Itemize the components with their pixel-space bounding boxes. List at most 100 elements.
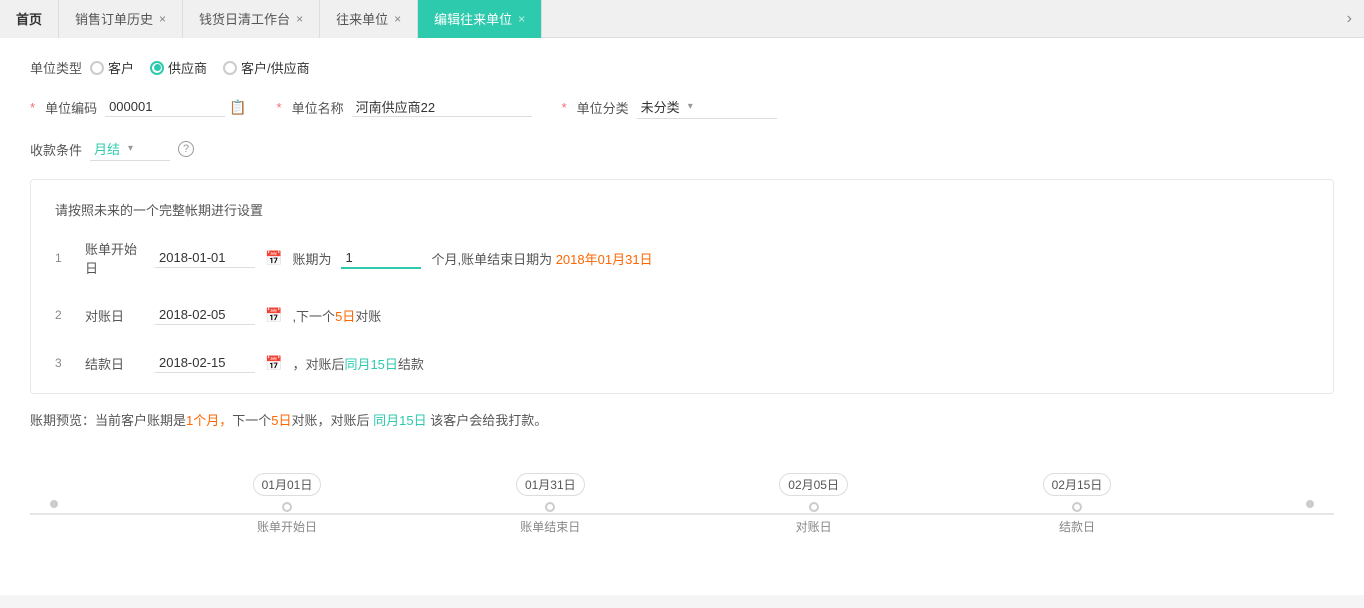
payment-terms-group: 收款条件 月结 ▾ ? <box>30 137 194 161</box>
row-1-calendar-icon[interactable]: 📅 <box>265 250 282 267</box>
payment-terms-chevron: ▾ <box>128 143 133 154</box>
timeline-point-2-label-top: 01月31日 <box>516 473 585 496</box>
timeline-point-2: 01月31日 账单结束日 <box>516 473 585 535</box>
radio-supplier[interactable]: 供应商 <box>150 58 207 77</box>
timeline-point-2-circle <box>545 502 555 512</box>
tab-cashflow-workbench-label: 钱货日清工作台 <box>199 9 290 28</box>
unit-name-required: * <box>277 100 282 115</box>
row-1-date-input[interactable] <box>155 248 255 268</box>
tab-home[interactable]: 首页 <box>0 0 59 38</box>
row-2-desc: ,下一个5日对账 <box>292 306 381 325</box>
unit-name-input[interactable] <box>352 97 532 117</box>
row-3-highlight: 同月15日 <box>344 357 397 372</box>
radio-customer[interactable]: 客户 <box>90 58 134 77</box>
timeline-point-2-label-bottom: 账单结束日 <box>520 518 580 535</box>
unit-info-row: * 单位编码 📋 * 单位名称 * 单位分类 未分类 ▾ <box>30 95 1334 119</box>
preview-highlight3: 同月15日 <box>373 413 426 428</box>
payment-terms-label: 收款条件 <box>30 140 82 159</box>
unit-category-required: * <box>562 100 567 115</box>
row-1-label: 账单开始日 <box>85 239 145 277</box>
tab-edit-partner-unit-close[interactable]: × <box>518 12 525 26</box>
tab-partner-units[interactable]: 往来单位 × <box>320 0 418 38</box>
timeline-point-3-label-bottom: 对账日 <box>796 518 832 535</box>
period-settings-card: 请按照未来的一个完整帐期进行设置 1 账单开始日 📅 账期为 个月,账单结束日期… <box>30 179 1334 394</box>
row-3-date-input[interactable] <box>155 353 255 373</box>
radio-both-circle <box>223 61 237 75</box>
timeline-right-dot <box>1306 500 1314 508</box>
row-1-desc-pre: 账期为 <box>292 249 331 268</box>
tab-partner-units-close[interactable]: × <box>394 12 401 26</box>
row-2-date-input[interactable] <box>155 305 255 325</box>
row-1-period-input[interactable] <box>341 248 421 269</box>
tab-edit-partner-unit[interactable]: 编辑往来单位 × <box>418 0 542 38</box>
unit-code-label: 单位编码 <box>45 98 97 117</box>
timeline-point-3-circle <box>809 502 819 512</box>
unit-code-icon[interactable]: 📋 <box>229 99 246 116</box>
preview-highlight2: 5日 <box>271 413 291 428</box>
setting-row-2: 2 对账日 📅 ,下一个5日对账 <box>55 305 1309 325</box>
radio-customer-label: 客户 <box>108 58 134 77</box>
tab-edit-partner-unit-label: 编辑往来单位 <box>434 9 512 28</box>
tab-bar: 首页 销售订单历史 × 钱货日清工作台 × 往来单位 × 编辑往来单位 × › <box>0 0 1364 38</box>
timeline: 01月01日 账单开始日 01月31日 账单结束日 02月05日 对账日 02月… <box>30 453 1334 575</box>
row-2-calendar-icon[interactable]: 📅 <box>265 307 282 324</box>
tab-sales-order-history-close[interactable]: × <box>159 12 166 26</box>
timeline-point-4-label-bottom: 结款日 <box>1059 518 1095 535</box>
radio-both-label: 客户/供应商 <box>241 58 310 77</box>
unit-name-label: 单位名称 <box>292 98 344 117</box>
unit-code-input[interactable] <box>105 97 225 117</box>
card-title: 请按照未来的一个完整帐期进行设置 <box>55 200 1309 219</box>
timeline-point-4: 02月15日 结款日 <box>1043 473 1112 535</box>
unit-category-value: 未分类 <box>641 97 680 116</box>
timeline-point-4-circle <box>1072 502 1082 512</box>
timeline-point-3: 02月05日 对账日 <box>779 473 848 535</box>
tab-more-button[interactable]: › <box>1335 10 1364 28</box>
payment-terms-row: 收款条件 月结 ▾ ? <box>30 137 1334 161</box>
timeline-point-1: 01月01日 账单开始日 <box>253 473 322 535</box>
timeline-point-1-label-top: 01月01日 <box>253 473 322 496</box>
timeline-point-4-label-top: 02月15日 <box>1043 473 1112 496</box>
row-2-highlight: 5日 <box>335 309 355 324</box>
preview-highlight1: 1个月， <box>186 413 232 428</box>
unit-category-group: * 单位分类 未分类 ▾ <box>562 95 777 119</box>
row-1-desc-post: 个月,账单结束日期为 2018年01月31日 <box>431 249 652 268</box>
tab-sales-order-history-label: 销售订单历史 <box>75 9 153 28</box>
unit-category-chevron: ▾ <box>688 101 693 112</box>
radio-supplier-label: 供应商 <box>168 58 207 77</box>
radio-both[interactable]: 客户/供应商 <box>223 58 310 77</box>
unit-type-group: 单位类型 客户 供应商 客户/供应商 <box>30 58 310 77</box>
timeline-point-1-circle <box>282 502 292 512</box>
help-icon[interactable]: ? <box>178 141 194 157</box>
unit-category-select[interactable]: 未分类 ▾ <box>637 95 777 119</box>
tab-partner-units-label: 往来单位 <box>336 9 388 28</box>
unit-type-label: 单位类型 <box>30 58 82 77</box>
timeline-point-3-label-top: 02月05日 <box>779 473 848 496</box>
tab-home-label: 首页 <box>16 9 42 28</box>
unit-code-group: * 单位编码 📋 <box>30 97 247 117</box>
payment-terms-select[interactable]: 月结 ▾ <box>90 137 170 161</box>
payment-terms-value: 月结 <box>94 139 120 158</box>
setting-row-1: 1 账单开始日 📅 账期为 个月,账单结束日期为 2018年01月31日 <box>55 239 1309 277</box>
row-3-desc: ，对账后同月15日结款 <box>292 354 424 373</box>
unit-name-group: * 单位名称 <box>277 97 532 117</box>
unit-category-label: 单位分类 <box>577 98 629 117</box>
row-2-label: 对账日 <box>85 306 145 325</box>
row-3-label: 结款日 <box>85 354 145 373</box>
tab-cashflow-workbench-close[interactable]: × <box>296 12 303 26</box>
tab-sales-order-history[interactable]: 销售订单历史 × <box>59 0 183 38</box>
row-1-period-end: 2018年01月31日 <box>556 252 653 267</box>
tab-cashflow-workbench[interactable]: 钱货日清工作台 × <box>183 0 320 38</box>
preview-text: 账期预览：当前客户账期是1个月，下一个5日对账，对账后 同月15日 该客户会给我… <box>30 410 1334 429</box>
row-2-num: 2 <box>55 308 75 322</box>
row-3-calendar-icon[interactable]: 📅 <box>265 355 282 372</box>
timeline-point-1-label-bottom: 账单开始日 <box>257 518 317 535</box>
page-content: 单位类型 客户 供应商 客户/供应商 <box>0 38 1364 595</box>
unit-type-row: 单位类型 客户 供应商 客户/供应商 <box>30 58 1334 77</box>
setting-row-3: 3 结款日 📅 ，对账后同月15日结款 <box>55 353 1309 373</box>
radio-customer-circle <box>90 61 104 75</box>
unit-type-radio-group: 客户 供应商 客户/供应商 <box>90 58 310 77</box>
row-1-num: 1 <box>55 251 75 265</box>
radio-supplier-circle <box>150 61 164 75</box>
radio-supplier-dot <box>154 64 161 71</box>
unit-code-input-group: 📋 <box>105 97 246 117</box>
